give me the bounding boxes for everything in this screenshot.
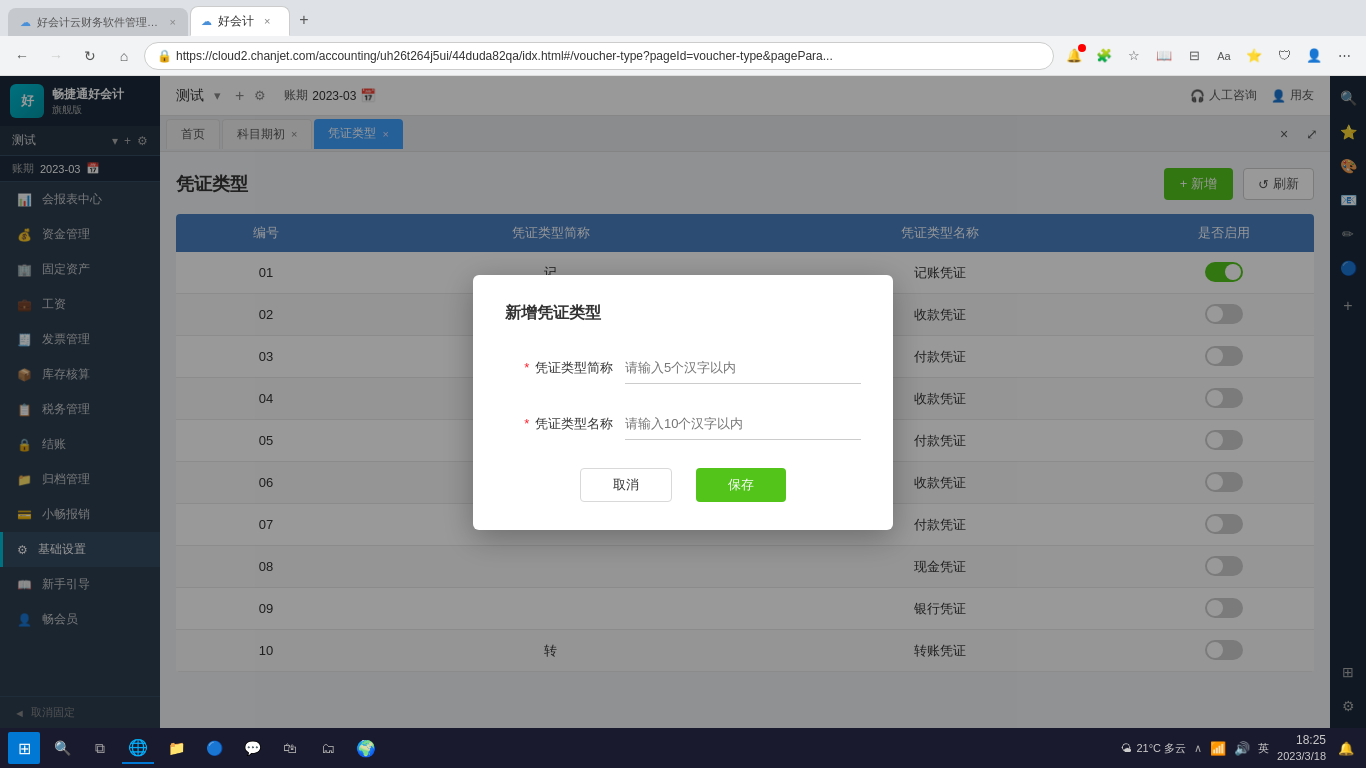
modal-short-label: * 凭证类型简称 bbox=[505, 359, 625, 377]
taskbar-right: 🌤 21°C 多云 ∧ 📶 🔊 英 18:25 2023/3/18 🔔 bbox=[1121, 732, 1358, 764]
taskbar-explorer[interactable]: 📁 bbox=[160, 732, 192, 764]
browser-tab-active[interactable]: ☁ 好会计 × bbox=[190, 6, 290, 36]
modal-name-label: * 凭证类型名称 bbox=[505, 415, 625, 433]
modal-title: 新增凭证类型 bbox=[505, 303, 861, 324]
taskbar-weather: 🌤 21°C 多云 bbox=[1121, 741, 1186, 756]
taskbar-lang[interactable]: 英 bbox=[1258, 741, 1269, 756]
taskbar: ⊞ 🔍 ⧉ 🌐 📁 🔵 💬 🛍 🗂 🌍 🌤 21°C 多云 ∧ 📶 🔊 英 18… bbox=[0, 728, 1366, 768]
short-name-input[interactable] bbox=[625, 352, 861, 384]
reading-button[interactable]: 📖 bbox=[1150, 42, 1178, 70]
full-name-input[interactable] bbox=[625, 408, 861, 440]
save-button[interactable]: 保存 bbox=[696, 468, 786, 502]
taskbar-chevron[interactable]: ∧ bbox=[1194, 742, 1202, 755]
taskbar-files[interactable]: 🗂 bbox=[312, 732, 344, 764]
reload-button[interactable]: ↻ bbox=[76, 42, 104, 70]
home-button[interactable]: ⌂ bbox=[110, 42, 138, 70]
taskbar-date: 2023/3/18 bbox=[1277, 749, 1326, 764]
tab1-close[interactable]: × bbox=[170, 16, 176, 28]
taskbar-task-view[interactable]: ⧉ bbox=[84, 732, 116, 764]
forward-button[interactable]: → bbox=[42, 42, 70, 70]
collections-button[interactable]: ⭐ bbox=[1240, 42, 1268, 70]
tab2-label: 好会计 bbox=[218, 13, 254, 30]
new-tab-button[interactable]: + bbox=[292, 8, 316, 32]
taskbar-time: 18:25 bbox=[1277, 732, 1326, 749]
address-bar: ← → ↻ ⌂ 🔒 https://cloud2.chanjet.com/acc… bbox=[0, 36, 1366, 76]
lock-icon: 🔒 bbox=[157, 49, 172, 63]
split-button[interactable]: ⊟ bbox=[1180, 42, 1208, 70]
taskbar-edge[interactable]: 🌐 bbox=[122, 732, 154, 764]
back-button[interactable]: ← bbox=[8, 42, 36, 70]
modal-dialog: 新增凭证类型 * 凭证类型简称 * 凭证类型名称 取消 保存 bbox=[473, 275, 893, 530]
taskbar-chrome[interactable]: 🔵 bbox=[198, 732, 230, 764]
browser-tab-inactive[interactable]: ☁ 好会计云财务软件管理系统_会计 × bbox=[8, 8, 188, 36]
address-text: https://cloud2.chanjet.com/accounting/uh… bbox=[176, 49, 833, 63]
taskbar-clock: 18:25 2023/3/18 bbox=[1277, 732, 1326, 764]
browser-toolbar-right: 🔔 🧩 ☆ 📖 ⊟ Aa ⭐ 🛡 👤 ⋯ bbox=[1060, 42, 1358, 70]
modal-overlay: 新增凭证类型 * 凭证类型简称 * 凭证类型名称 取消 保存 bbox=[0, 76, 1366, 728]
taskbar-wechat[interactable]: 💬 bbox=[236, 732, 268, 764]
extensions-button[interactable]: 🧩 bbox=[1090, 42, 1118, 70]
taskbar-store[interactable]: 🛍 bbox=[274, 732, 306, 764]
modal-form-short: * 凭证类型简称 bbox=[505, 352, 861, 384]
profile-button[interactable]: 👤 bbox=[1300, 42, 1328, 70]
notification-button[interactable]: 🔔 bbox=[1060, 42, 1088, 70]
notification-badge bbox=[1078, 44, 1086, 52]
tab2-favicon: ☁ bbox=[201, 15, 212, 28]
taskbar-edge2[interactable]: 🌍 bbox=[350, 732, 382, 764]
start-button[interactable]: ⊞ bbox=[8, 732, 40, 764]
modal-form-name: * 凭证类型名称 bbox=[505, 408, 861, 440]
taskbar-wifi[interactable]: 📶 bbox=[1210, 741, 1226, 756]
favorites-button[interactable]: ☆ bbox=[1120, 42, 1148, 70]
shield-button[interactable]: 🛡 bbox=[1270, 42, 1298, 70]
tab1-favicon: ☁ bbox=[20, 16, 31, 29]
cancel-button[interactable]: 取消 bbox=[580, 468, 672, 502]
tab2-close[interactable]: × bbox=[264, 15, 270, 27]
taskbar-notification[interactable]: 🔔 bbox=[1334, 736, 1358, 760]
tab1-label: 好会计云财务软件管理系统_会计 bbox=[37, 15, 160, 30]
required-star2: * bbox=[524, 416, 529, 431]
taskbar-search[interactable]: 🔍 bbox=[46, 732, 78, 764]
taskbar-volume[interactable]: 🔊 bbox=[1234, 741, 1250, 756]
required-star: * bbox=[524, 360, 529, 375]
weather-icon: 🌤 bbox=[1121, 742, 1132, 754]
address-input-container[interactable]: 🔒 https://cloud2.chanjet.com/accounting/… bbox=[144, 42, 1054, 70]
modal-footer: 取消 保存 bbox=[505, 468, 861, 502]
browser-chrome: ☁ 好会计云财务软件管理系统_会计 × ☁ 好会计 × + bbox=[0, 0, 1366, 36]
aa-button[interactable]: Aa bbox=[1210, 42, 1238, 70]
more-button[interactable]: ⋯ bbox=[1330, 42, 1358, 70]
weather-text: 21°C 多云 bbox=[1136, 741, 1186, 756]
